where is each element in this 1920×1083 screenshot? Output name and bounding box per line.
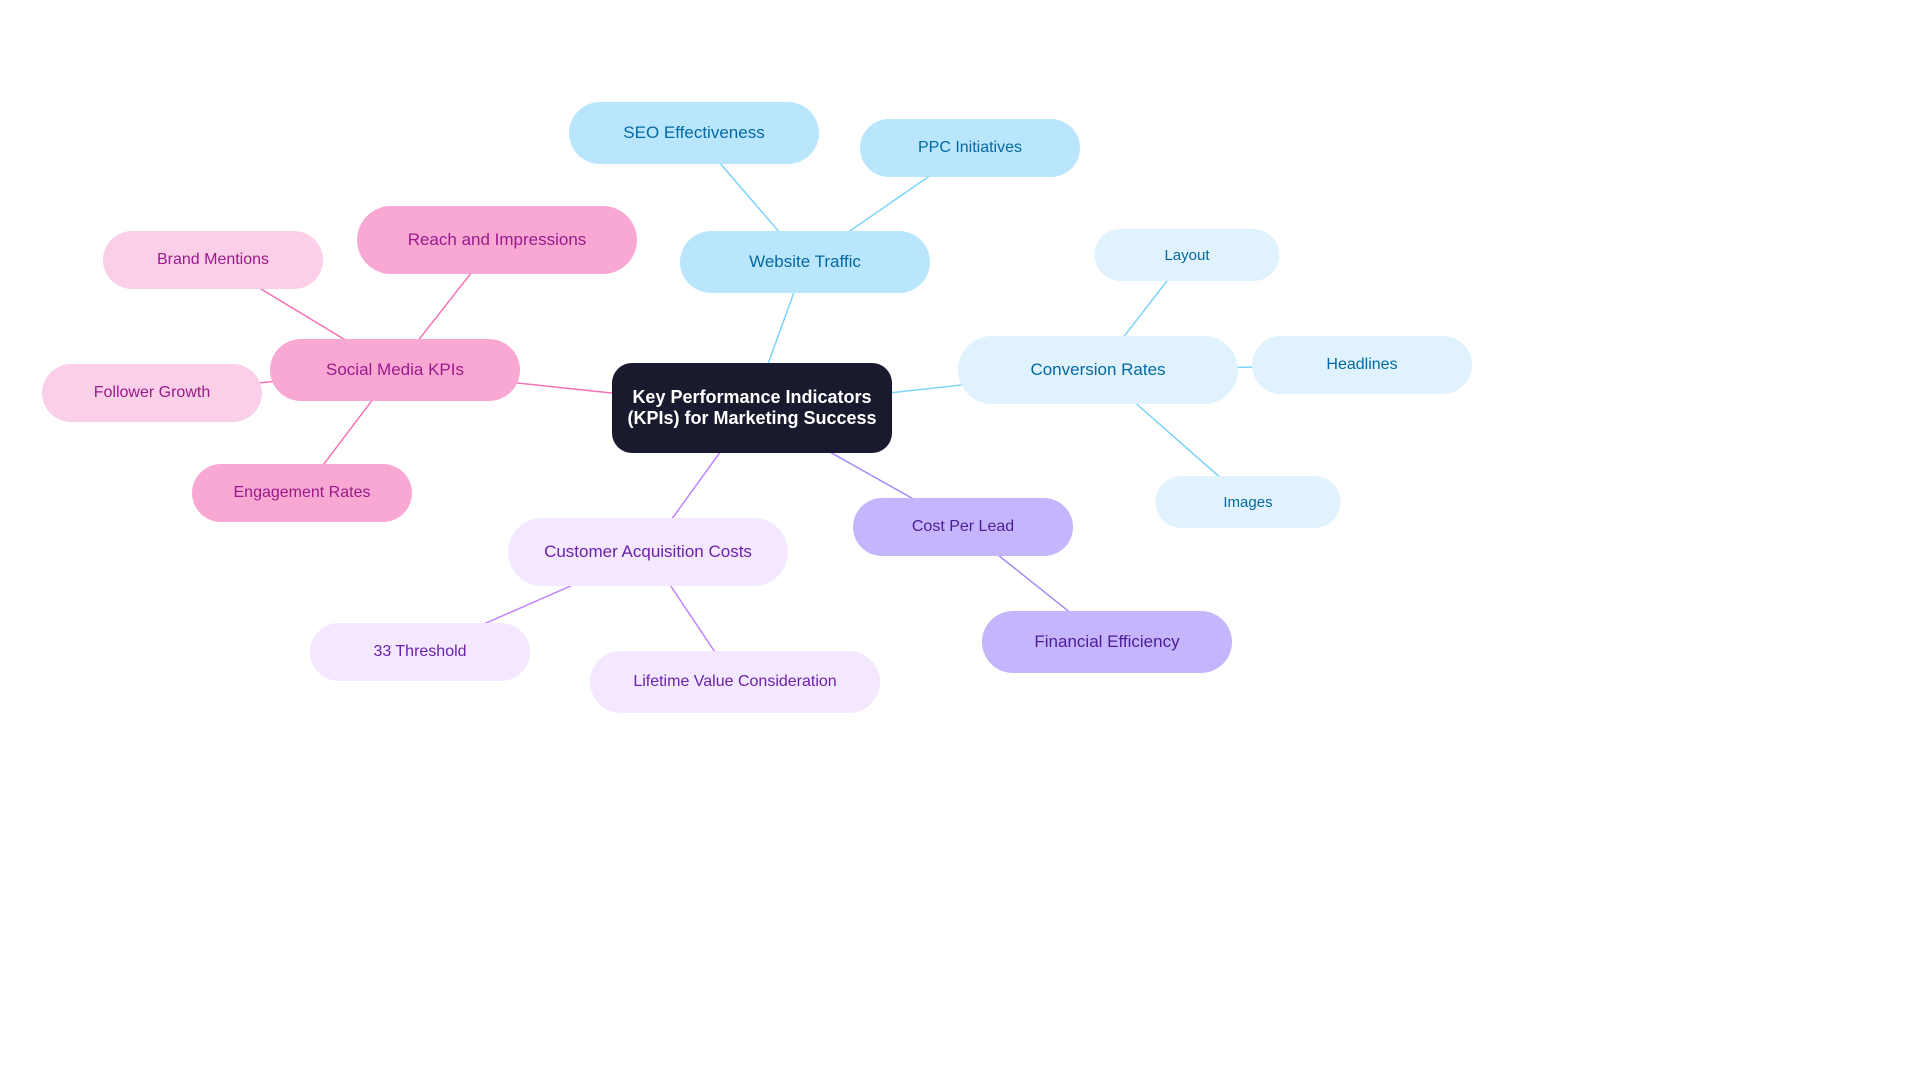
threshold-label: 33 Threshold <box>373 643 466 661</box>
images-node[interactable]: Images <box>1156 476 1341 528</box>
engagement-label: Engagement Rates <box>234 484 371 502</box>
cac-label: Customer Acquisition Costs <box>544 542 752 562</box>
conversion-rates-node[interactable]: Conversion Rates <box>958 336 1238 404</box>
center-node[interactable]: Key Performance Indicators (KPIs) for Ma… <box>612 363 892 453</box>
social-media-kpis-node[interactable]: Social Media KPIs <box>270 339 520 401</box>
website-label: Website Traffic <box>749 252 861 272</box>
social-media-label: Social Media KPIs <box>326 360 464 380</box>
ppc-label: PPC Initiatives <box>918 139 1022 157</box>
financial-efficiency-node[interactable]: Financial Efficiency <box>982 611 1232 673</box>
financial-label: Financial Efficiency <box>1034 632 1179 652</box>
center-label: Key Performance Indicators (KPIs) for Ma… <box>627 387 876 429</box>
layout-label: Layout <box>1164 247 1209 264</box>
layout-node[interactable]: Layout <box>1095 229 1280 281</box>
follower-label: Follower Growth <box>94 384 210 402</box>
seo-label: SEO Effectiveness <box>623 123 764 143</box>
conversion-label: Conversion Rates <box>1030 360 1165 380</box>
images-label: Images <box>1223 494 1272 511</box>
engagement-rates-node[interactable]: Engagement Rates <box>192 464 412 522</box>
reach-label: Reach and Impressions <box>408 230 587 250</box>
threshold-node[interactable]: 33 Threshold <box>310 623 530 681</box>
reach-impressions-node[interactable]: Reach and Impressions <box>357 206 637 274</box>
customer-acquisition-node[interactable]: Customer Acquisition Costs <box>508 518 788 586</box>
follower-growth-node[interactable]: Follower Growth <box>42 364 262 422</box>
lifetime-value-node[interactable]: Lifetime Value Consideration <box>590 651 880 713</box>
brand-mentions-label: Brand Mentions <box>157 251 269 269</box>
headlines-label: Headlines <box>1326 356 1397 374</box>
brand-mentions-node[interactable]: Brand Mentions <box>103 231 323 289</box>
seo-effectiveness-node[interactable]: SEO Effectiveness <box>569 102 819 164</box>
headlines-node[interactable]: Headlines <box>1252 336 1472 394</box>
ppc-initiatives-node[interactable]: PPC Initiatives <box>860 119 1080 177</box>
ltv-label: Lifetime Value Consideration <box>633 673 836 691</box>
cpl-label: Cost Per Lead <box>912 518 1014 536</box>
cost-per-lead-node[interactable]: Cost Per Lead <box>853 498 1073 556</box>
website-traffic-node[interactable]: Website Traffic <box>680 231 930 293</box>
